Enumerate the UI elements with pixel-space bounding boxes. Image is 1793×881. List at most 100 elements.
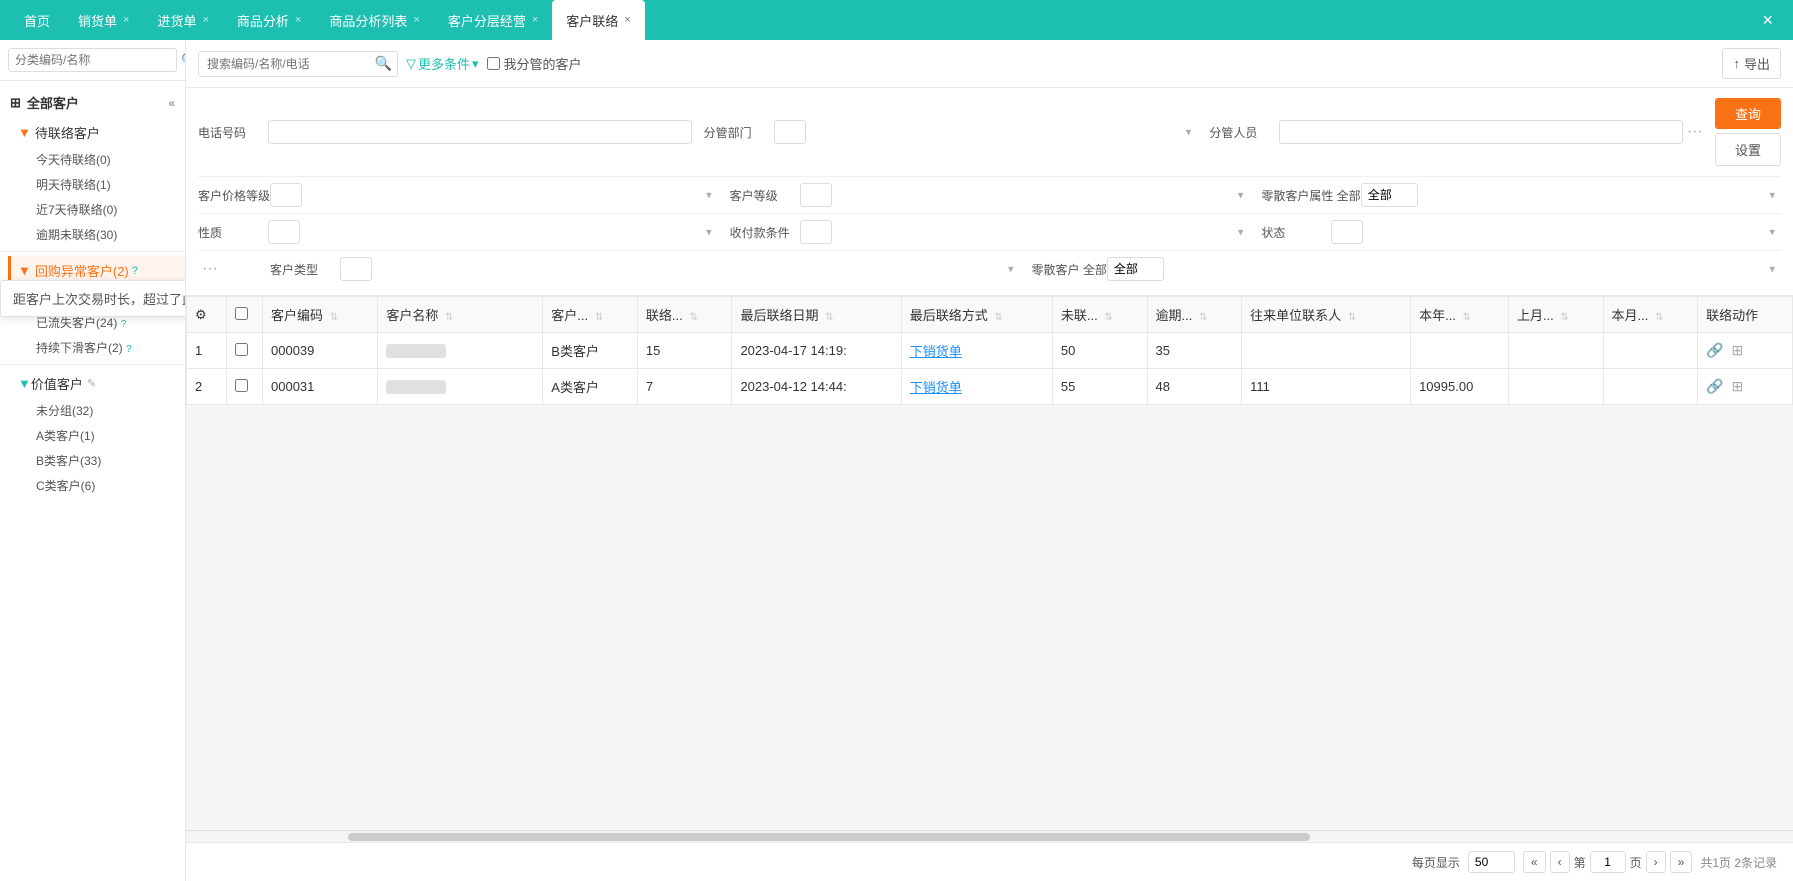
td-checkbox[interactable]	[227, 369, 263, 405]
sort-icon: ⇅	[1463, 312, 1471, 323]
export-button[interactable]: ↑ 导出	[1722, 48, 1781, 79]
close-icon[interactable]: ×	[202, 14, 208, 26]
select-all-checkbox[interactable]	[235, 307, 248, 320]
first-page-button[interactable]: «	[1523, 851, 1546, 873]
close-icon[interactable]: ×	[532, 14, 538, 26]
action-grid-icon[interactable]: ⊞	[1732, 342, 1744, 359]
th-last-month[interactable]: 上月... ⇅	[1508, 297, 1603, 333]
close-all-tabs-button[interactable]: ×	[1752, 10, 1783, 31]
sidebar-section-value-title[interactable]: ▼ 价值客户 ✎	[8, 369, 185, 398]
td-contact-count: 7	[637, 369, 732, 405]
nav-customer-segment[interactable]: 客户分层经营 ×	[434, 0, 552, 40]
filter-row-3: 性质 收付款条件 状态	[198, 214, 1781, 251]
row-checkbox[interactable]	[235, 343, 248, 356]
th-uncontacted[interactable]: 未联... ⇅	[1052, 297, 1147, 333]
person-input[interactable]	[1279, 120, 1683, 144]
scroll-thumb[interactable]	[348, 833, 1310, 841]
sidebar-item-class-b[interactable]: B类客户(33)	[8, 448, 185, 473]
last-page-button[interactable]: »	[1670, 851, 1693, 873]
action-link-icon[interactable]: 🔗	[1706, 378, 1723, 395]
department-select[interactable]	[774, 120, 806, 144]
my-customers-checkbox[interactable]: 我分管的客户	[487, 54, 582, 73]
page-number-input[interactable]	[1590, 851, 1626, 873]
more-dots-icon[interactable]: ···	[1687, 123, 1703, 141]
nav-home[interactable]: 首页	[10, 0, 64, 40]
phone-input[interactable]	[268, 120, 692, 144]
filter-gender: 性质	[198, 220, 718, 244]
th-last-date[interactable]: 最后联络日期 ⇅	[732, 297, 901, 333]
th-name[interactable]: 客户名称 ⇅	[378, 297, 543, 333]
gender-select[interactable]	[268, 220, 300, 244]
page-nav: « ‹ 第 页 › »	[1523, 851, 1692, 873]
next-page-button[interactable]: ›	[1646, 851, 1666, 873]
prev-page-button[interactable]: ‹	[1550, 851, 1570, 873]
filter-person: 分管人员 ···	[1209, 120, 1703, 144]
chevron-down-icon: ▾	[472, 56, 479, 72]
customer-level-select[interactable]	[800, 183, 832, 207]
nav-product-analysis[interactable]: 商品分析 ×	[223, 0, 315, 40]
th-contact-person[interactable]: 往来单位联系人 ⇅	[1242, 297, 1411, 333]
sidebar-item-today-pending[interactable]: 今天待联络(0)	[8, 147, 185, 172]
th-type[interactable]: 客户... ⇅	[543, 297, 638, 333]
th-contact-count[interactable]: 联络... ⇅	[637, 297, 732, 333]
sidebar-item-declining[interactable]: 持续下滑客户(2) ?	[8, 335, 185, 360]
th-last-method[interactable]: 最后联络方式 ⇅	[901, 297, 1052, 333]
sidebar-item-class-c[interactable]: C类客户(6)	[8, 473, 185, 498]
horizontal-scrollbar[interactable]	[186, 830, 1793, 842]
th-this-year[interactable]: 本年... ⇅	[1411, 297, 1509, 333]
sidebar-item-class-a[interactable]: A类客户(1)	[8, 423, 185, 448]
sidebar-item-7days-pending[interactable]: 近7天待联络(0)	[8, 197, 185, 222]
sidebar-collapse-icon[interactable]: «	[168, 96, 175, 110]
search-input[interactable]	[198, 51, 398, 77]
category-search-input[interactable]	[8, 48, 177, 72]
th-this-month[interactable]: 本月... ⇅	[1603, 297, 1698, 333]
help-icon[interactable]: ?	[132, 265, 138, 277]
status-select[interactable]	[1331, 220, 1363, 244]
query-button[interactable]: 查询	[1715, 98, 1781, 129]
grid-icon: ⊞	[10, 95, 21, 111]
search-icon[interactable]: 🔍	[181, 52, 186, 69]
price-level-select[interactable]	[270, 183, 302, 207]
sidebar-item-overdue-pending[interactable]: 逾期未联络(30)	[8, 222, 185, 247]
td-checkbox[interactable]	[227, 333, 263, 369]
th-checkbox[interactable]	[227, 297, 263, 333]
td-overdue: 48	[1147, 369, 1242, 405]
last-method-link[interactable]: 下销货单	[910, 344, 962, 359]
sidebar-section-pending: ▼ 待联络客户 今天待联络(0) 明天待联络(1) 近7天待联络(0) 逾期未联…	[0, 118, 185, 247]
my-customers-check[interactable]	[487, 57, 500, 70]
content-area: 🔍 ▽ 更多条件 ▾ 我分管的客户 ↑ 导出 电话号码	[186, 40, 1793, 881]
customer-type-select[interactable]	[340, 257, 372, 281]
row-checkbox[interactable]	[235, 379, 248, 392]
more-conditions-button[interactable]: ▽ 更多条件 ▾	[406, 54, 479, 73]
action-grid-icon[interactable]: ⊞	[1732, 378, 1744, 395]
sidebar-item-tomorrow-pending[interactable]: 明天待联络(1)	[8, 172, 185, 197]
payment-select[interactable]	[800, 220, 832, 244]
set-button[interactable]: 设置	[1715, 133, 1781, 166]
retail-attr-select[interactable]: 全部	[1361, 183, 1418, 207]
sidebar-section-value: ▼ 价值客户 ✎ 未分组(32) A类客户(1) B类客户(33) C类客户(6…	[0, 369, 185, 498]
nav-customer-contact[interactable]: 客户联络 ×	[552, 0, 644, 40]
nav-product-list[interactable]: 商品分析列表 ×	[315, 0, 433, 40]
th-settings[interactable]: ⚙	[187, 297, 227, 333]
export-icon: ↑	[1733, 56, 1740, 71]
retail-customer-select[interactable]: 全部	[1107, 257, 1164, 281]
filter-department: 分管部门	[704, 120, 1198, 144]
sidebar-all-customers[interactable]: ⊞ 全部客户 «	[0, 87, 185, 118]
action-link-icon[interactable]: 🔗	[1706, 342, 1723, 359]
close-icon[interactable]: ×	[624, 14, 630, 26]
last-method-link[interactable]: 下销货单	[910, 380, 962, 395]
th-overdue[interactable]: 逾期... ⇅	[1147, 297, 1242, 333]
more-options-dots[interactable]: ···	[202, 260, 218, 278]
sidebar-item-ungrouped[interactable]: 未分组(32)	[8, 398, 185, 423]
close-icon[interactable]: ×	[295, 14, 301, 26]
nav-purchase[interactable]: 进货单 ×	[143, 0, 222, 40]
filter-phone: 电话号码	[198, 120, 692, 144]
page-size-select[interactable]: 50 20 100	[1468, 851, 1515, 873]
nav-sales[interactable]: 销货单 ×	[64, 0, 143, 40]
sidebar-section-pending-title[interactable]: ▼ 待联络客户	[8, 118, 185, 147]
edit-icon[interactable]: ✎	[87, 377, 96, 390]
close-icon[interactable]: ×	[123, 14, 129, 26]
close-icon[interactable]: ×	[413, 14, 419, 26]
td-last-method: 下销货单	[901, 369, 1052, 405]
th-code[interactable]: 客户编码 ⇅	[263, 297, 378, 333]
